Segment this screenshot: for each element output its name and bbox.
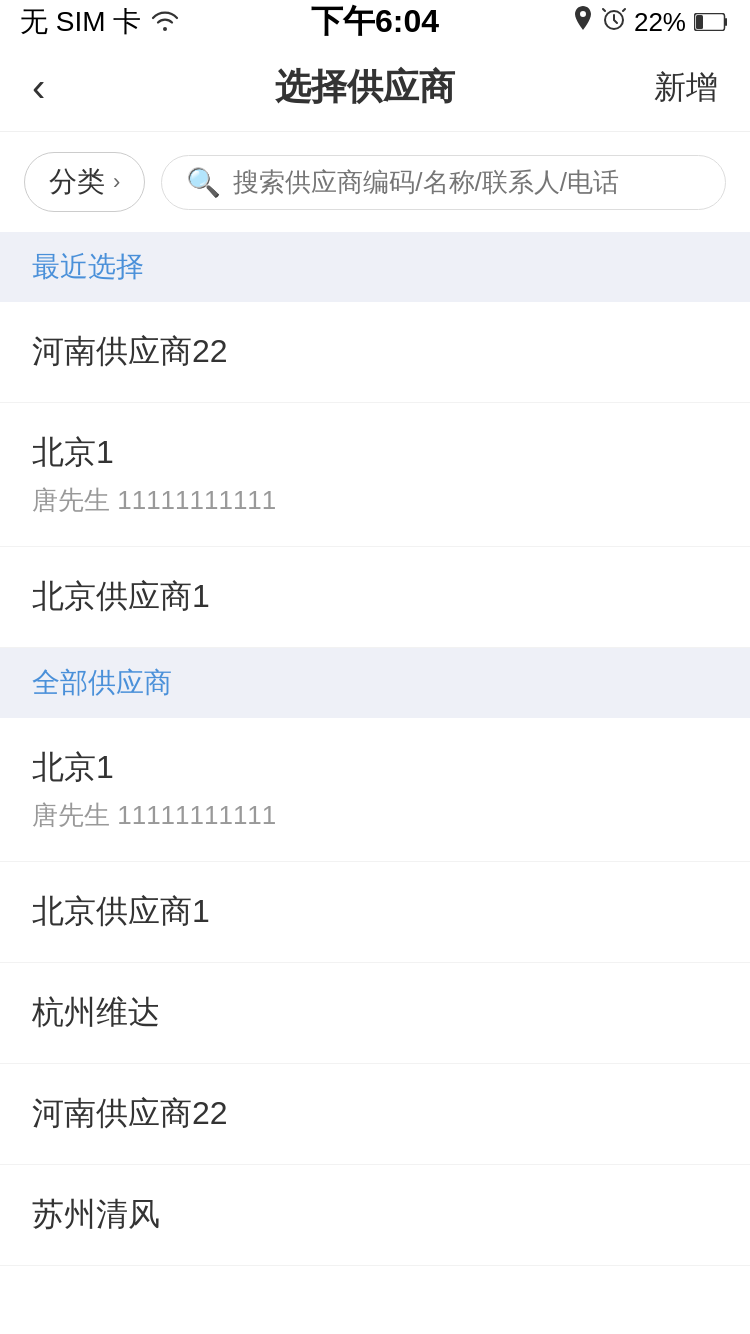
category-button[interactable]: 分类 › [24,152,145,212]
all-list-item[interactable]: 北京供应商1 [0,862,750,963]
svg-rect-2 [696,15,703,29]
status-bar: 无 SIM 卡 下午6:04 22% [0,0,750,44]
recent-list-item[interactable]: 北京供应商1 [0,547,750,648]
recent-section-header: 最近选择 [0,232,750,302]
item-name: 河南供应商22 [32,1092,718,1136]
recent-list-item[interactable]: 北京1 唐先生 11111111111 [0,403,750,547]
all-section-header: 全部供应商 [0,648,750,718]
all-list-item[interactable]: 北京1 唐先生 11111111111 [0,718,750,862]
chevron-right-icon: › [113,169,120,195]
item-name: 北京供应商1 [32,575,718,619]
status-time: 下午6:04 [311,0,439,44]
category-label: 分类 [49,163,105,201]
search-icon: 🔍 [186,166,221,199]
battery-text: 22% [634,7,686,38]
item-sub: 唐先生 11111111111 [32,483,718,518]
item-sub: 唐先生 11111111111 [32,798,718,833]
recent-list-item[interactable]: 河南供应商22 [0,302,750,403]
all-list-item[interactable]: 苏州清风 [0,1165,750,1266]
item-name: 北京1 [32,431,718,475]
recent-items-list: 河南供应商22 北京1 唐先生 11111111111 北京供应商1 [0,302,750,648]
location-icon [572,6,594,39]
item-name: 河南供应商22 [32,330,718,374]
wifi-icon [151,6,179,38]
nav-bar: ‹ 选择供应商 新增 [0,44,750,132]
status-left: 无 SIM 卡 [20,3,179,41]
item-name: 北京供应商1 [32,890,718,934]
page-title: 选择供应商 [92,63,638,112]
status-right: 22% [572,6,730,39]
search-input[interactable] [233,167,701,198]
all-list-item[interactable]: 杭州维达 [0,963,750,1064]
all-list-item[interactable]: 河南供应商22 [0,1064,750,1165]
item-name: 苏州清风 [32,1193,718,1237]
alarm-icon [602,6,626,39]
add-button[interactable]: 新增 [638,66,718,110]
item-name: 北京1 [32,746,718,790]
battery-icon [694,7,730,38]
filter-bar: 分类 › 🔍 [0,132,750,232]
search-box: 🔍 [161,155,726,210]
back-button[interactable]: ‹ [32,65,92,110]
item-name: 杭州维达 [32,991,718,1035]
all-items-list: 北京1 唐先生 11111111111 北京供应商1 杭州维达河南供应商22 苏州清风 [0,718,750,1266]
carrier-text: 无 SIM 卡 [20,3,141,41]
